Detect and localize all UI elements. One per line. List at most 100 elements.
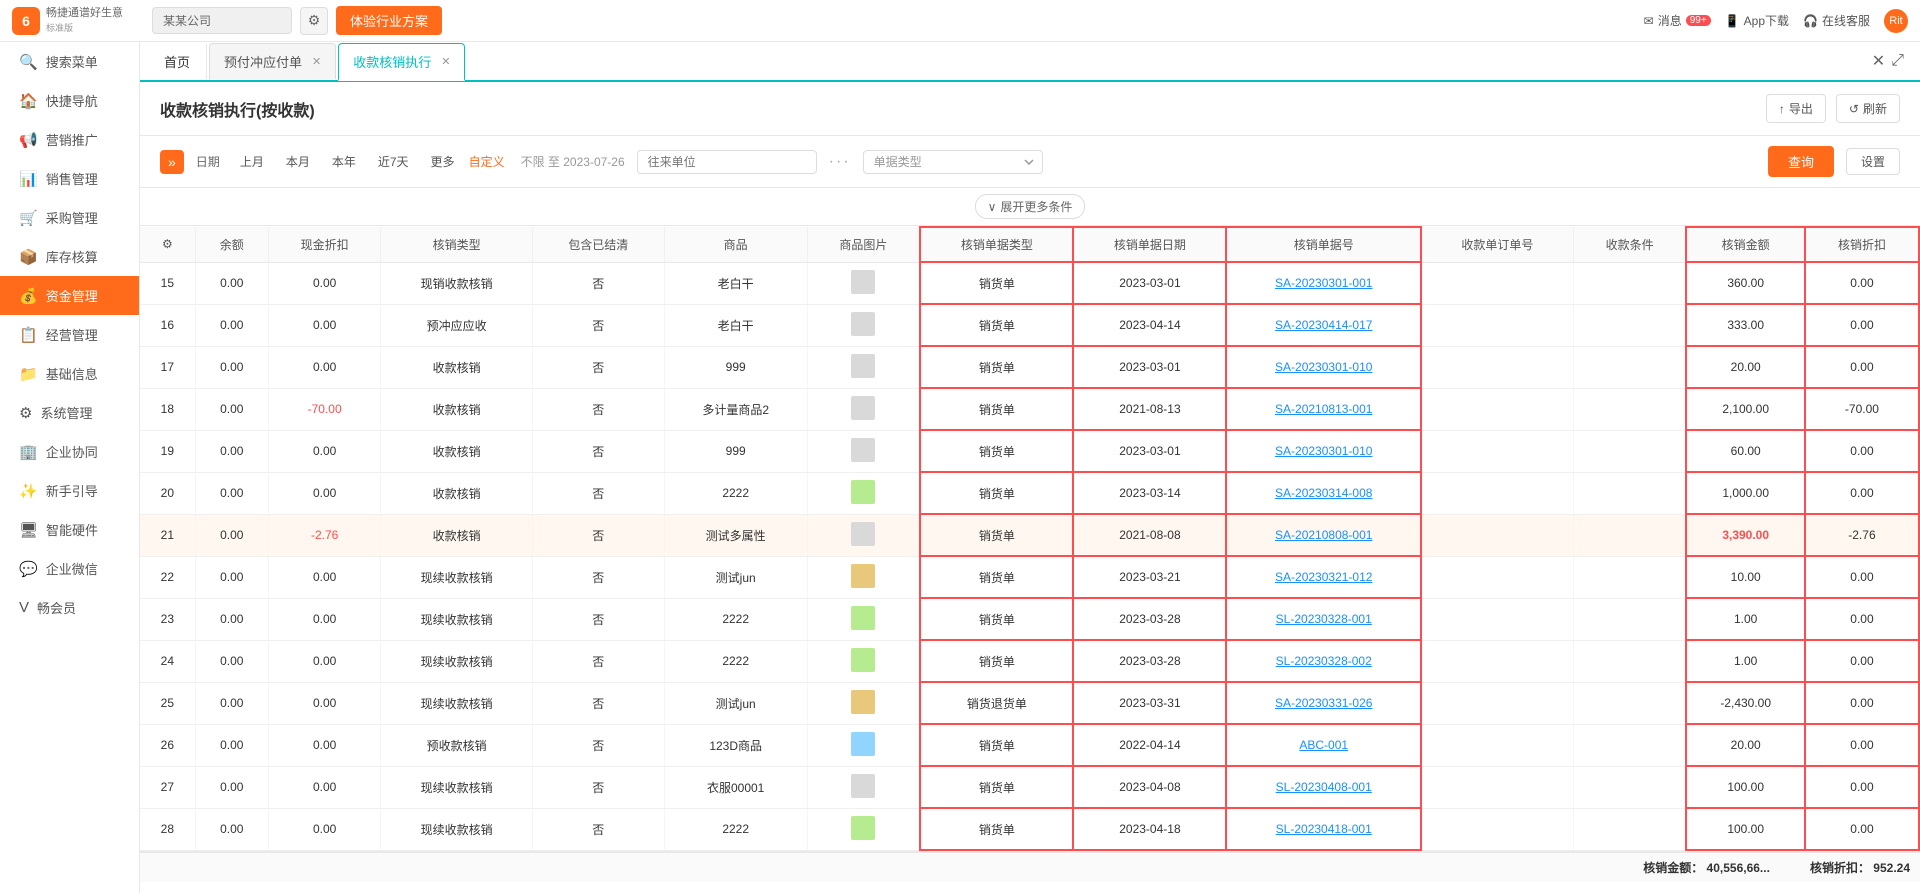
cell-verify-discount: 0.00: [1805, 598, 1919, 640]
col-settings[interactable]: ⚙: [140, 227, 195, 262]
cell-verify-doc-no[interactable]: SL-20230418-001: [1226, 808, 1420, 850]
app-download-button[interactable]: 📱 App下载: [1725, 12, 1789, 29]
verify-doc-no-link[interactable]: SA-20230301-001: [1275, 276, 1372, 290]
tab-collection-close[interactable]: ✕: [441, 55, 450, 68]
filter-settings-button[interactable]: 设置: [1846, 148, 1900, 175]
tab-collection[interactable]: 收款核销执行 ✕: [338, 43, 465, 81]
filter-dots[interactable]: ···: [829, 153, 851, 171]
cell-collection-terms: [1573, 640, 1686, 682]
tab-expand-icon[interactable]: ⤢: [1891, 52, 1904, 70]
verify-doc-no-link[interactable]: SL-20230408-001: [1276, 780, 1372, 794]
sidebar-item-enterprise[interactable]: 🏢 企业协同: [0, 432, 139, 471]
cell-verify-doc-no[interactable]: SA-20210813-001: [1226, 388, 1420, 430]
sidebar-item-purchase[interactable]: 🛒 采购管理: [0, 198, 139, 237]
verify-doc-no-link[interactable]: SA-20210808-001: [1275, 528, 1372, 542]
sidebar-item-system[interactable]: ⚙ 系统管理: [0, 393, 139, 432]
verify-doc-no-link[interactable]: SA-20230321-012: [1275, 570, 1372, 584]
sidebar-label-marketing: 营销推广: [46, 130, 98, 149]
cell-product-img: [807, 724, 920, 766]
tab-close-all-icon[interactable]: ✕: [1872, 51, 1885, 71]
cell-verify-amount: 1,000.00: [1686, 472, 1804, 514]
sidebar-item-guide[interactable]: ✨ 新手引导: [0, 471, 139, 510]
online-service-button[interactable]: 🎧 在线客服: [1803, 12, 1870, 29]
verify-doc-no-link[interactable]: SA-20230314-008: [1275, 486, 1372, 500]
tab-prepay-close[interactable]: ✕: [312, 55, 321, 68]
verify-doc-no-link[interactable]: SA-20230301-010: [1275, 444, 1372, 458]
cell-verify-doc-type: 销货单: [920, 640, 1073, 682]
sidebar-item-search[interactable]: 🔍 搜索菜单: [0, 42, 139, 81]
verify-doc-no-link[interactable]: SA-20230301-010: [1275, 360, 1372, 374]
verify-doc-no-link[interactable]: ABC-001: [1299, 738, 1348, 752]
cell-verify-doc-type: 销货单: [920, 346, 1073, 388]
sidebar-label-sales: 销售管理: [46, 169, 98, 188]
cell-verify-discount: 0.00: [1805, 472, 1919, 514]
sidebar-item-wechat[interactable]: 💬 企业微信: [0, 549, 139, 588]
date-custom[interactable]: 自定义: [469, 153, 505, 170]
query-button[interactable]: 查询: [1768, 146, 1834, 177]
cell-verify-doc-no[interactable]: SA-20230314-008: [1226, 472, 1420, 514]
verify-doc-no-link[interactable]: SA-20210813-001: [1275, 402, 1372, 416]
cell-verify-doc-no[interactable]: ABC-001: [1226, 724, 1420, 766]
app-download-label: App下载: [1744, 12, 1789, 29]
industry-button[interactable]: 体验行业方案: [336, 6, 442, 35]
cell-balance: 0.00: [195, 766, 268, 808]
date-btn-7days[interactable]: 近7天: [370, 151, 417, 172]
refresh-button[interactable]: ↺ 刷新: [1836, 94, 1900, 123]
export-button[interactable]: ↑ 导出: [1766, 94, 1826, 123]
tab-home[interactable]: 首页: [148, 44, 207, 79]
cell-verify-doc-no[interactable]: SL-20230328-002: [1226, 640, 1420, 682]
cell-verify-amount: 1.00: [1686, 640, 1804, 682]
date-btn-this-year[interactable]: 本年: [324, 151, 364, 172]
sidebar-item-finance[interactable]: 💰 资金管理: [0, 276, 139, 315]
cell-include-settled: 否: [532, 514, 664, 556]
party-input[interactable]: [637, 150, 817, 174]
avatar[interactable]: Rit: [1884, 9, 1908, 33]
messages-button[interactable]: ✉ 消息 99+: [1644, 12, 1711, 29]
gear-button[interactable]: ⚙: [300, 7, 328, 35]
company-selector[interactable]: 某某公司: [152, 7, 292, 34]
sidebar-item-hardware[interactable]: 🖥 智能硬件: [0, 510, 139, 549]
sidebar-item-operation[interactable]: 📋 经营管理: [0, 315, 139, 354]
cell-verify-doc-no[interactable]: SA-20230301-001: [1226, 262, 1420, 304]
sidebar-item-marketing[interactable]: 📢 营销推广: [0, 120, 139, 159]
cell-verify-doc-no[interactable]: SL-20230408-001: [1226, 766, 1420, 808]
cell-verify-doc-no[interactable]: SL-20230328-001: [1226, 598, 1420, 640]
cell-verify-amount: -2,430.00: [1686, 682, 1804, 724]
tab-prepay[interactable]: 预付冲应付单 ✕: [209, 43, 336, 79]
cell-verify-doc-date: 2021-08-13: [1073, 388, 1226, 430]
cell-collection-order-no: [1421, 304, 1573, 346]
cell-verify-doc-no[interactable]: SA-20230331-026: [1226, 682, 1420, 724]
data-table-container[interactable]: ⚙ 余额 现金折扣 核销类型 包含已结清 商品 商品图片 核销单据类型 核销单据…: [140, 226, 1920, 893]
filter-expand-button[interactable]: »: [160, 150, 184, 174]
cell-collection-terms: [1573, 598, 1686, 640]
sidebar-item-quick-nav[interactable]: 🏠 快捷导航: [0, 81, 139, 120]
sidebar-item-member[interactable]: V 畅会员: [0, 588, 139, 627]
verify-doc-no-link[interactable]: SL-20230328-002: [1276, 654, 1372, 668]
sidebar-item-basic[interactable]: 📁 基础信息: [0, 354, 139, 393]
verify-doc-no-link[interactable]: SA-20230331-026: [1275, 696, 1372, 710]
cell-verify-amount: 2,100.00: [1686, 388, 1804, 430]
top-center: 某某公司 ⚙ 体验行业方案: [152, 6, 1634, 35]
sidebar-item-sales[interactable]: 📊 销售管理: [0, 159, 139, 198]
cell-verify-amount: 1.00: [1686, 598, 1804, 640]
enterprise-icon: 🏢: [19, 443, 38, 461]
verify-doc-no-link[interactable]: SA-20230414-017: [1275, 318, 1372, 332]
sidebar-item-inventory[interactable]: 📦 库存核算: [0, 237, 139, 276]
cell-verify-doc-no[interactable]: SA-20230301-010: [1226, 430, 1420, 472]
cell-verify-doc-no[interactable]: SA-20230321-012: [1226, 556, 1420, 598]
date-btn-more[interactable]: 更多: [423, 151, 463, 172]
verify-doc-no-link[interactable]: SL-20230328-001: [1276, 612, 1372, 626]
cell-verify-amount: 100.00: [1686, 766, 1804, 808]
date-btn-last-month[interactable]: 上月: [232, 151, 272, 172]
cell-collection-order-no: [1421, 514, 1573, 556]
expand-more-button[interactable]: ∨ 展开更多条件: [975, 194, 1086, 219]
verify-doc-no-link[interactable]: SL-20230418-001: [1276, 822, 1372, 836]
sidebar-label-member: 畅会员: [37, 598, 76, 617]
member-icon: V: [19, 599, 29, 616]
cell-verify-doc-no[interactable]: SA-20230414-017: [1226, 304, 1420, 346]
cell-verify-doc-no[interactable]: SA-20230301-010: [1226, 346, 1420, 388]
doc-type-select[interactable]: 单据类型: [863, 150, 1043, 174]
cell-verify-doc-no[interactable]: SA-20210808-001: [1226, 514, 1420, 556]
date-btn-this-month[interactable]: 本月: [278, 151, 318, 172]
cell-cash-discount: 0.00: [268, 766, 380, 808]
